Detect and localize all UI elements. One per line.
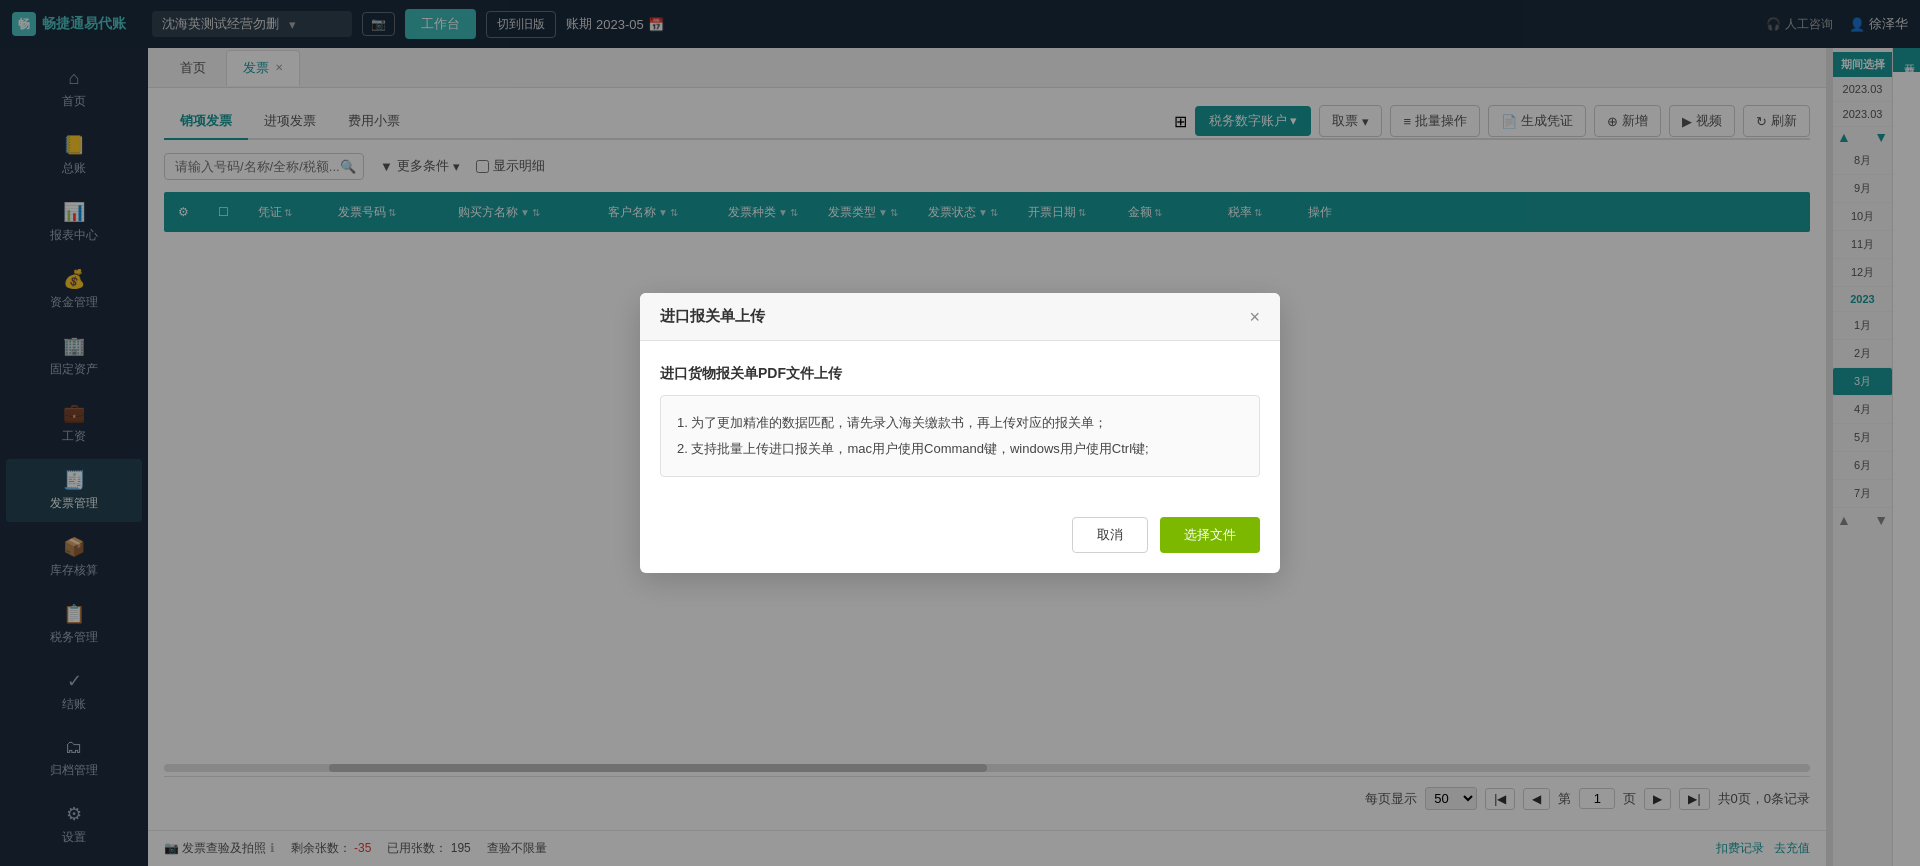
modal-header: 进口报关单上传 ×: [640, 293, 1280, 341]
modal-info-line-2: 2. 支持批量上传进口报关单，mac用户使用Command键，windows用户…: [677, 436, 1243, 462]
cancel-button[interactable]: 取消: [1072, 517, 1148, 553]
modal-overlay[interactable]: 进口报关单上传 × 进口货物报关单PDF文件上传 1. 为了更加精准的数据匹配，…: [0, 0, 1920, 866]
modal-info-line-1: 1. 为了更加精准的数据匹配，请先录入海关缴款书，再上传对应的报关单；: [677, 410, 1243, 436]
select-file-button[interactable]: 选择文件: [1160, 517, 1260, 553]
modal-title: 进口报关单上传: [660, 307, 765, 326]
modal-body: 进口货物报关单PDF文件上传 1. 为了更加精准的数据匹配，请先录入海关缴款书，…: [640, 341, 1280, 501]
modal-close-button[interactable]: ×: [1249, 308, 1260, 326]
modal-section-title: 进口货物报关单PDF文件上传: [660, 365, 1260, 383]
import-customs-modal: 进口报关单上传 × 进口货物报关单PDF文件上传 1. 为了更加精准的数据匹配，…: [640, 293, 1280, 573]
modal-footer: 取消 选择文件: [640, 501, 1280, 573]
modal-info-box: 1. 为了更加精准的数据匹配，请先录入海关缴款书，再上传对应的报关单； 2. 支…: [660, 395, 1260, 477]
